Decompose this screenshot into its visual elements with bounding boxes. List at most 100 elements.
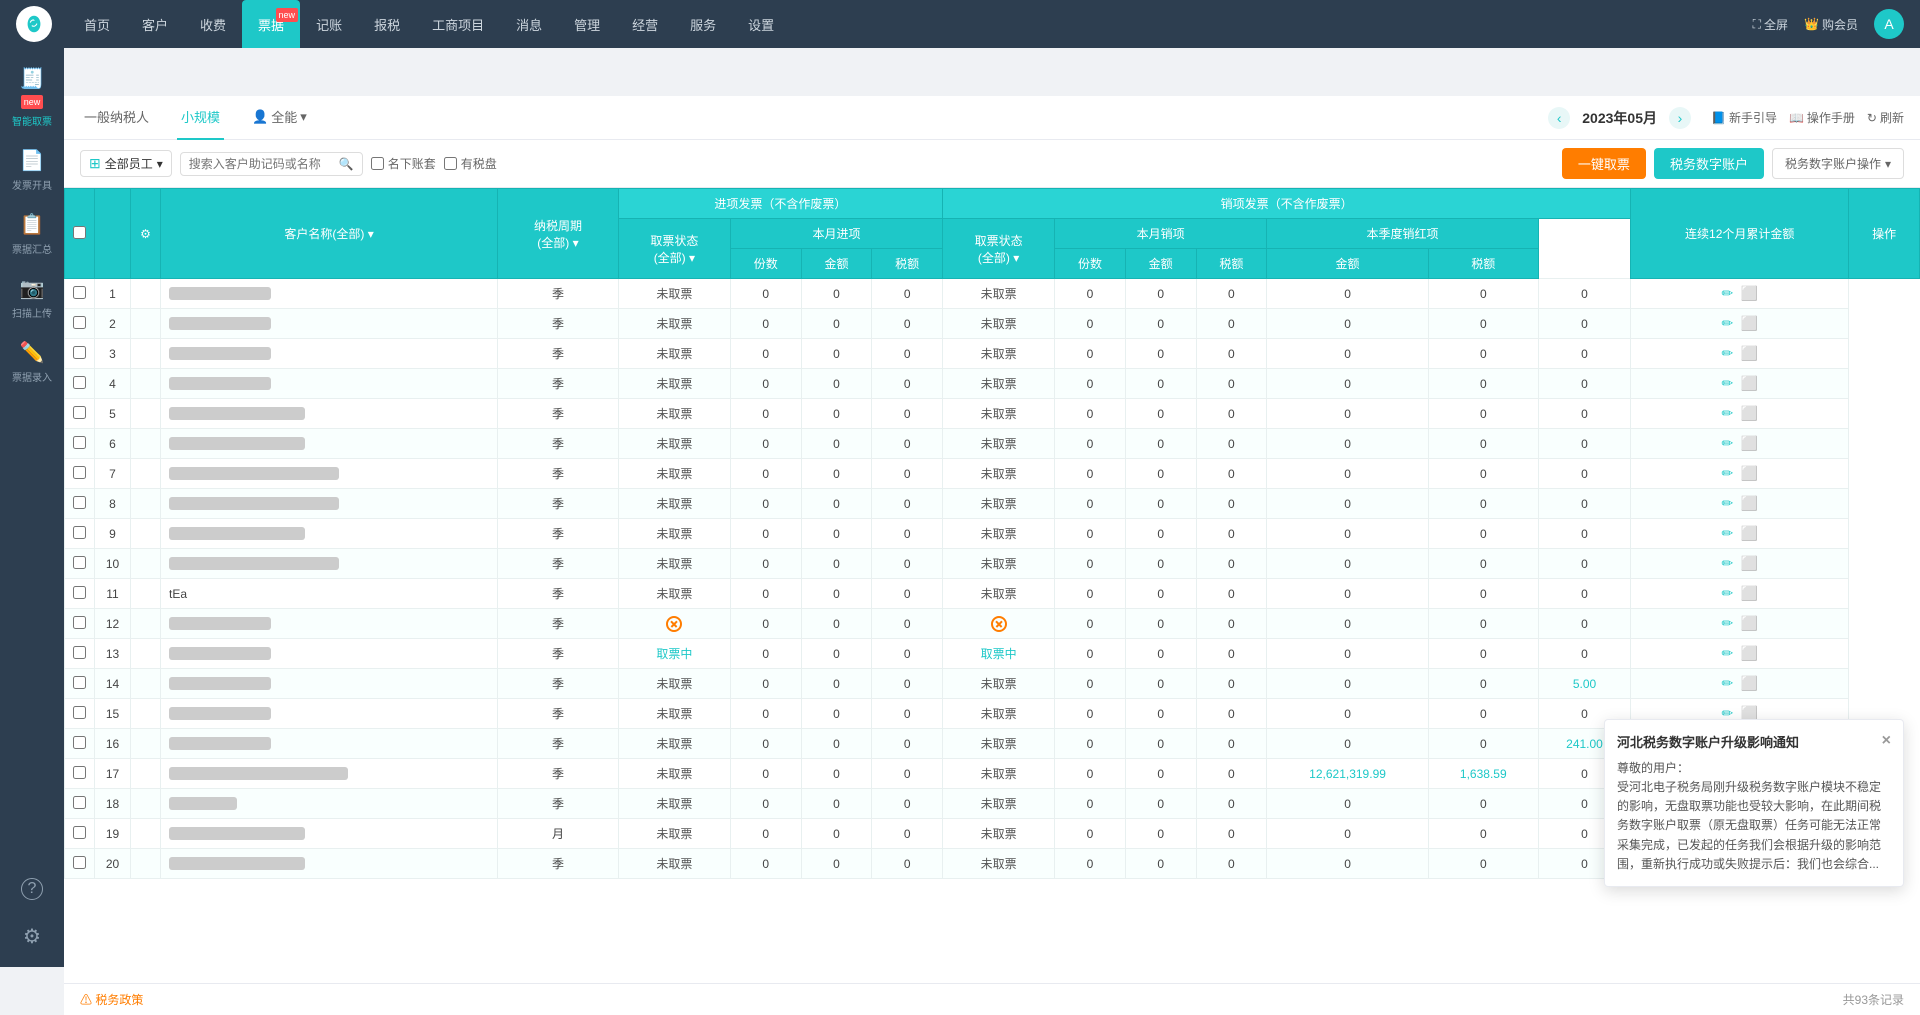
row-checkbox[interactable]	[73, 586, 86, 599]
fullscreen-button[interactable]: ⛶ 全屏	[1753, 16, 1788, 33]
row-out-count: 0	[1055, 849, 1126, 879]
period-prev-button[interactable]: ‹	[1548, 107, 1570, 129]
new-guide-button[interactable]: 📘 新手引导	[1711, 109, 1777, 126]
row-in-amount: 0	[801, 459, 872, 489]
copy-icon[interactable]: ⬜	[1741, 585, 1758, 601]
row-checkbox[interactable]	[73, 706, 86, 719]
copy-icon[interactable]: ⬜	[1741, 645, 1758, 661]
copy-icon[interactable]: ⬜	[1741, 615, 1758, 631]
copy-icon[interactable]: ⬜	[1741, 405, 1758, 421]
row-checkbox[interactable]	[73, 736, 86, 749]
row-checkbox[interactable]	[73, 796, 86, 809]
edit-icon[interactable]: ✏	[1721, 525, 1733, 541]
row-checkbox[interactable]	[73, 616, 86, 629]
row-twelve-month: 0	[1538, 309, 1631, 339]
copy-icon[interactable]: ⬜	[1741, 315, 1758, 331]
nav-service[interactable]: 服务	[674, 0, 732, 48]
nav-message[interactable]: 消息	[500, 0, 558, 48]
row-checkbox[interactable]	[73, 526, 86, 539]
edit-icon[interactable]: ✏	[1721, 465, 1733, 481]
select-all-checkbox[interactable]	[73, 226, 86, 239]
row-checkbox[interactable]	[73, 376, 86, 389]
row-actions: ✏ ⬜	[1631, 309, 1849, 339]
search-input[interactable]	[189, 157, 339, 171]
sidebar-item-scan-upload[interactable]: 📷 扫描上传	[0, 266, 64, 330]
copy-icon[interactable]: ⬜	[1741, 375, 1758, 391]
row-checkbox[interactable]	[73, 766, 86, 779]
tab-general-taxpayer[interactable]: 一般纳税人	[80, 96, 153, 140]
operation-manual-button[interactable]: 📖 操作手册	[1789, 109, 1855, 126]
row-checkbox[interactable]	[73, 406, 86, 419]
user-avatar[interactable]: A	[1874, 9, 1904, 39]
sidebar-bottom: ? ⚙	[17, 868, 47, 959]
th-operations: 操作	[1849, 189, 1920, 279]
nav-operation[interactable]: 经营	[616, 0, 674, 48]
nav-receipts[interactable]: 收费	[184, 0, 242, 48]
edit-icon[interactable]: ✏	[1721, 615, 1733, 631]
edit-icon[interactable]: ✏	[1721, 675, 1733, 691]
subscribed-checkbox[interactable]	[371, 157, 384, 170]
copy-icon[interactable]: ⬜	[1741, 435, 1758, 451]
edit-icon[interactable]: ✏	[1721, 315, 1733, 331]
copy-icon[interactable]: ⬜	[1741, 675, 1758, 691]
sidebar-item-issue-invoice[interactable]: 📄 发票开具	[0, 138, 64, 202]
refresh-button[interactable]: ↻ 刷新	[1867, 109, 1904, 126]
edit-icon[interactable]: ✏	[1721, 405, 1733, 421]
edit-icon[interactable]: ✏	[1721, 345, 1733, 361]
tab-all[interactable]: 👤 全能 ▾	[248, 96, 311, 140]
search-icon[interactable]: 🔍	[339, 157, 354, 171]
staff-selector[interactable]: ⊞ 全部员工 ▾	[80, 150, 172, 177]
row-checkbox[interactable]	[73, 676, 86, 689]
row-period: 季	[498, 609, 619, 639]
tab-small-scale[interactable]: 小规模	[177, 96, 224, 140]
edit-icon[interactable]: ✏	[1721, 435, 1733, 451]
edit-icon[interactable]: ✏	[1721, 285, 1733, 301]
checkbox-subscribed[interactable]: 名下账套	[371, 155, 436, 172]
nav-ledger[interactable]: 记账	[300, 0, 358, 48]
nav-invoice[interactable]: 票据 new	[242, 0, 300, 48]
sidebar-item-invoice-summary[interactable]: 📋 票据汇总	[0, 202, 64, 266]
vip-button[interactable]: 👑 购会员	[1804, 16, 1858, 33]
period-next-button[interactable]: ›	[1669, 107, 1691, 129]
edit-icon[interactable]: ✏	[1721, 645, 1733, 661]
row-checkbox[interactable]	[73, 346, 86, 359]
tax-digital-account-button[interactable]: 税务数字账户	[1654, 148, 1764, 179]
copy-icon[interactable]: ⬜	[1741, 555, 1758, 571]
copy-icon[interactable]: ⬜	[1741, 285, 1758, 301]
copy-icon[interactable]: ⬜	[1741, 495, 1758, 511]
edit-icon[interactable]: ✏	[1721, 375, 1733, 391]
taxdisk-checkbox[interactable]	[444, 157, 457, 170]
copy-icon[interactable]: ⬜	[1741, 465, 1758, 481]
edit-icon[interactable]: ✏	[1721, 495, 1733, 511]
copy-icon[interactable]: ⬜	[1741, 525, 1758, 541]
nav-home[interactable]: 首页	[68, 0, 126, 48]
row-checkbox[interactable]	[73, 826, 86, 839]
nav-business[interactable]: 工商项目	[416, 0, 500, 48]
row-checkbox[interactable]	[73, 436, 86, 449]
sidebar-help[interactable]: ?	[17, 868, 47, 910]
nav-manage[interactable]: 管理	[558, 0, 616, 48]
row-checkbox-cell	[65, 279, 95, 309]
row-checkbox[interactable]	[73, 856, 86, 869]
notification-close-button[interactable]: ×	[1882, 732, 1891, 751]
nav-settings[interactable]: 设置	[732, 0, 790, 48]
sidebar-item-invoice-input[interactable]: ✏️ 票据录入	[0, 330, 64, 394]
checkbox-has-taxdisk[interactable]: 有税盘	[444, 155, 497, 172]
edit-icon[interactable]: ✏	[1721, 585, 1733, 601]
nav-clients[interactable]: 客户	[126, 0, 184, 48]
sidebar-settings[interactable]: ⚙	[17, 914, 47, 959]
tax-policy-link[interactable]: ⚠ 税务政策	[80, 991, 143, 1008]
row-checkbox[interactable]	[73, 496, 86, 509]
row-checkbox[interactable]	[73, 646, 86, 659]
edit-icon[interactable]: ✏	[1721, 555, 1733, 571]
sidebar-item-smart-invoice[interactable]: 🧾 new 智能取票	[0, 56, 64, 138]
copy-icon[interactable]: ⬜	[1741, 345, 1758, 361]
row-checkbox[interactable]	[73, 466, 86, 479]
row-checkbox[interactable]	[73, 286, 86, 299]
row-in-status: 未取票	[618, 849, 730, 879]
nav-tax[interactable]: 报税	[358, 0, 416, 48]
one-click-fetch-button[interactable]: 一键取票	[1562, 148, 1646, 179]
tax-operations-button[interactable]: 税务数字账户操作 ▾	[1772, 148, 1904, 179]
row-checkbox[interactable]	[73, 316, 86, 329]
row-checkbox[interactable]	[73, 556, 86, 569]
